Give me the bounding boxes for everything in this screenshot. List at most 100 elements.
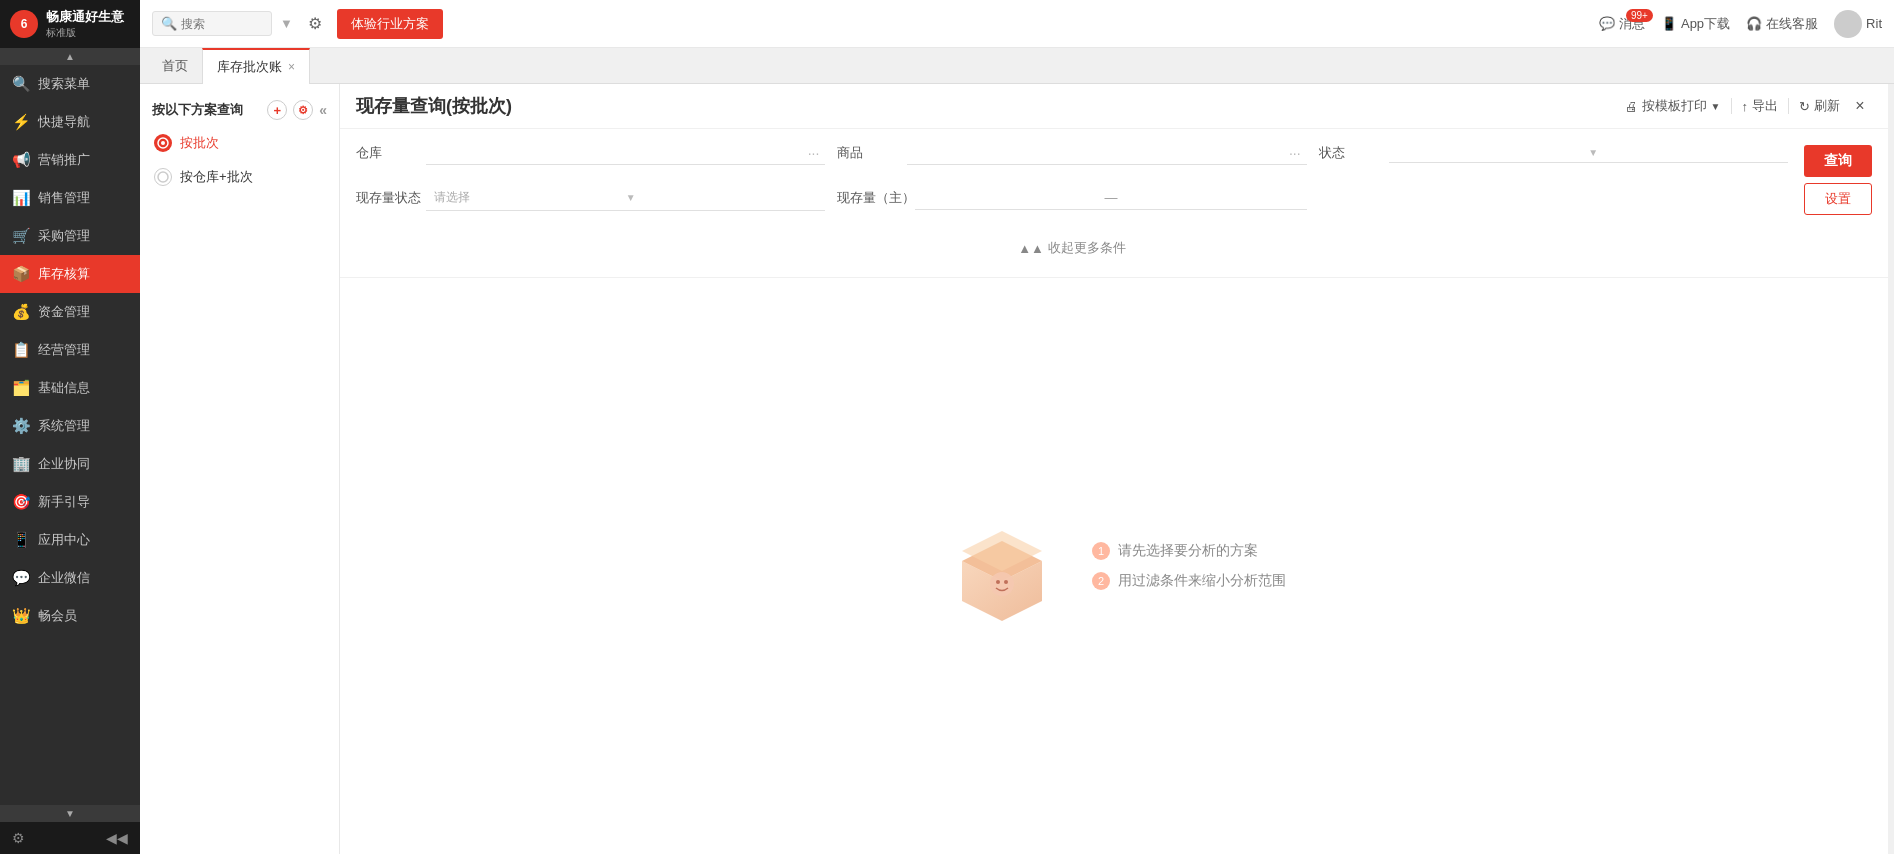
stock-qty-range[interactable]: —	[915, 186, 1306, 210]
query-header: 现存量查询(按批次) 🖨 按模板打印 ▼ ↑ 导出	[340, 84, 1888, 129]
query-header-actions: 🖨 按模板打印 ▼ ↑ 导出 ↻ 刷新	[1625, 97, 1840, 115]
trial-button[interactable]: 体验行业方案	[337, 9, 443, 39]
stock-qty-to-input[interactable]	[1122, 190, 1299, 205]
refresh-icon: ↻	[1799, 99, 1810, 114]
sidebar-item-enterprise[interactable]: 🏢 企业协同	[0, 445, 140, 483]
stock-qty-label: 现存量（主）	[837, 189, 915, 207]
headset-icon: 🎧	[1746, 16, 1762, 31]
stock-qty-from-input[interactable]	[923, 190, 1100, 205]
export-button[interactable]: ↑ 导出	[1742, 97, 1779, 115]
refresh-button[interactable]: ↻ 刷新	[1799, 97, 1840, 115]
sales-icon: 📊	[12, 189, 30, 207]
sidebar-item-operations[interactable]: 📋 经营管理	[0, 331, 140, 369]
message-badge: 99+	[1626, 9, 1653, 22]
query-panel: 现存量查询(按批次) 🖨 按模板打印 ▼ ↑ 导出	[340, 84, 1888, 854]
scheme-warehouse-icon	[154, 168, 172, 186]
basic-icon: 🗂️	[12, 379, 30, 397]
status-label: 状态	[1319, 144, 1389, 162]
divider2	[1788, 98, 1789, 114]
tab-close-icon[interactable]: ×	[288, 60, 295, 74]
product-dots-icon[interactable]: ···	[1283, 145, 1307, 161]
product-input-container[interactable]: ···	[907, 141, 1306, 165]
sidebar-item-member[interactable]: 👑 畅会员	[0, 597, 140, 635]
product-input[interactable]	[907, 141, 1283, 164]
message-button[interactable]: 💬 消息 99+	[1599, 15, 1645, 33]
collapse-icon[interactable]: ◀◀	[106, 830, 128, 846]
export-icon: ↑	[1742, 99, 1749, 114]
sidebar-item-shortcut[interactable]: ⚡ 快捷导航	[0, 103, 140, 141]
sidebar-item-search[interactable]: 🔍 搜索菜单	[0, 65, 140, 103]
topbar: 🔍 ▼ ⚙ 体验行业方案 💬 消息 99+ 📱 App下载 🎧 在线客服	[140, 0, 1894, 48]
warehouse-input[interactable]	[426, 141, 802, 164]
sidebar-item-marketing[interactable]: 📢 营销推广	[0, 141, 140, 179]
edit-scheme-button[interactable]: ⚙	[293, 100, 313, 120]
warehouse-input-container[interactable]: ···	[426, 141, 825, 165]
sidebar-item-appstore[interactable]: 📱 应用中心	[0, 521, 140, 559]
online-service-button[interactable]: 🎧 在线客服	[1746, 15, 1818, 33]
step-1-num: 1	[1092, 542, 1110, 560]
sidebar-item-inventory[interactable]: 📦 库存核算	[0, 255, 140, 293]
warehouse-field: 仓库 ···	[356, 141, 825, 165]
print-dropdown-icon[interactable]: ▼	[1711, 101, 1721, 112]
sidebar-item-basic[interactable]: 🗂️ 基础信息	[0, 369, 140, 407]
topbar-search-box[interactable]: 🔍	[152, 11, 272, 36]
topbar-left: 🔍 ▼ ⚙ 体验行业方案	[152, 9, 1591, 39]
sidebar-scroll-down[interactable]: ▼	[0, 805, 140, 822]
stock-status-select[interactable]: 请选择 ▼	[426, 185, 825, 211]
filter-row-1: 仓库 ··· 商品 ···	[356, 141, 1788, 165]
sidebar-item-finance[interactable]: 💰 资金管理	[0, 293, 140, 331]
scheme-item-batch[interactable]: 按批次	[140, 126, 339, 160]
warehouse-dots-icon[interactable]: ···	[802, 145, 826, 161]
appstore-icon: 📱	[12, 531, 30, 549]
print-button[interactable]: 🖨 按模板打印 ▼	[1625, 97, 1721, 115]
print-icon: 🖨	[1625, 99, 1638, 114]
topbar-search-input[interactable]	[181, 17, 261, 31]
sidebar: 6 畅康通好生意 标准版 ▲ 🔍 搜索菜单 ⚡ 快捷导航 📢 营销推广 📊 销售…	[0, 0, 140, 854]
empty-illustration	[942, 506, 1062, 626]
filter-area: 仓库 ··· 商品 ···	[340, 129, 1888, 278]
empty-text: 1 请先选择要分析的方案 2 用过滤条件来缩小分析范围	[1092, 542, 1286, 590]
product-field: 商品 ···	[837, 141, 1306, 165]
scheme-panel: 按以下方案查询 + ⚙ « 按批次 按仓库+批次	[140, 84, 340, 854]
settings-button[interactable]: 设置	[1804, 183, 1872, 215]
step-2-num: 2	[1092, 572, 1110, 590]
marketing-icon: 📢	[12, 151, 30, 169]
status-select[interactable]: ▼	[1389, 143, 1788, 163]
page-title: 现存量查询(按批次)	[356, 94, 512, 118]
app-download-button[interactable]: 📱 App下载	[1661, 15, 1730, 33]
close-page-button[interactable]: ×	[1848, 94, 1872, 118]
scheme-batch-icon	[154, 134, 172, 152]
empty-state: 1 请先选择要分析的方案 2 用过滤条件来缩小分析范围	[340, 278, 1888, 854]
scheme-panel-actions: + ⚙ «	[267, 100, 327, 120]
message-icon: 💬	[1599, 16, 1615, 31]
stock-status-field: 现存量状态 请选择 ▼	[356, 185, 825, 211]
sidebar-item-system[interactable]: ⚙️ 系统管理	[0, 407, 140, 445]
sidebar-item-wechat[interactable]: 💬 企业微信	[0, 559, 140, 597]
warehouse-label: 仓库	[356, 144, 426, 162]
tab-inventory-batch[interactable]: 库存批次账 ×	[202, 48, 310, 84]
collapse-icon: ▲▲	[1018, 241, 1044, 256]
sidebar-scroll-up[interactable]: ▲	[0, 48, 140, 65]
status-field: 状态 ▼	[1319, 143, 1788, 163]
topbar-dropdown-icon[interactable]: ▼	[280, 16, 293, 31]
query-button[interactable]: 查询	[1804, 145, 1872, 177]
right-resize-handle[interactable]	[1888, 84, 1894, 854]
tab-home[interactable]: 首页	[148, 48, 202, 84]
search-icon: 🔍	[161, 16, 177, 31]
shortcut-icon: ⚡	[12, 113, 30, 131]
sidebar-header: 6 畅康通好生意 标准版	[0, 0, 140, 48]
tab-bar: 首页 库存批次账 ×	[140, 48, 1894, 84]
sidebar-footer: ⚙ ◀◀	[0, 822, 140, 854]
user-profile-button[interactable]: Rit	[1834, 10, 1882, 38]
collapse-scheme-button[interactable]: «	[319, 102, 327, 118]
topbar-gear-button[interactable]: ⚙	[301, 10, 329, 38]
product-label: 商品	[837, 144, 907, 162]
sidebar-item-purchase[interactable]: 🛒 采购管理	[0, 217, 140, 255]
sidebar-item-sales[interactable]: 📊 销售管理	[0, 179, 140, 217]
sidebar-item-newbie[interactable]: 🎯 新手引导	[0, 483, 140, 521]
settings-icon[interactable]: ⚙	[12, 830, 25, 846]
sidebar-brand: 畅康通好生意 标准版	[46, 9, 124, 39]
collapse-more-button[interactable]: ▲▲ 收起更多条件	[356, 231, 1788, 265]
scheme-item-warehouse-batch[interactable]: 按仓库+批次	[140, 160, 339, 194]
add-scheme-button[interactable]: +	[267, 100, 287, 120]
